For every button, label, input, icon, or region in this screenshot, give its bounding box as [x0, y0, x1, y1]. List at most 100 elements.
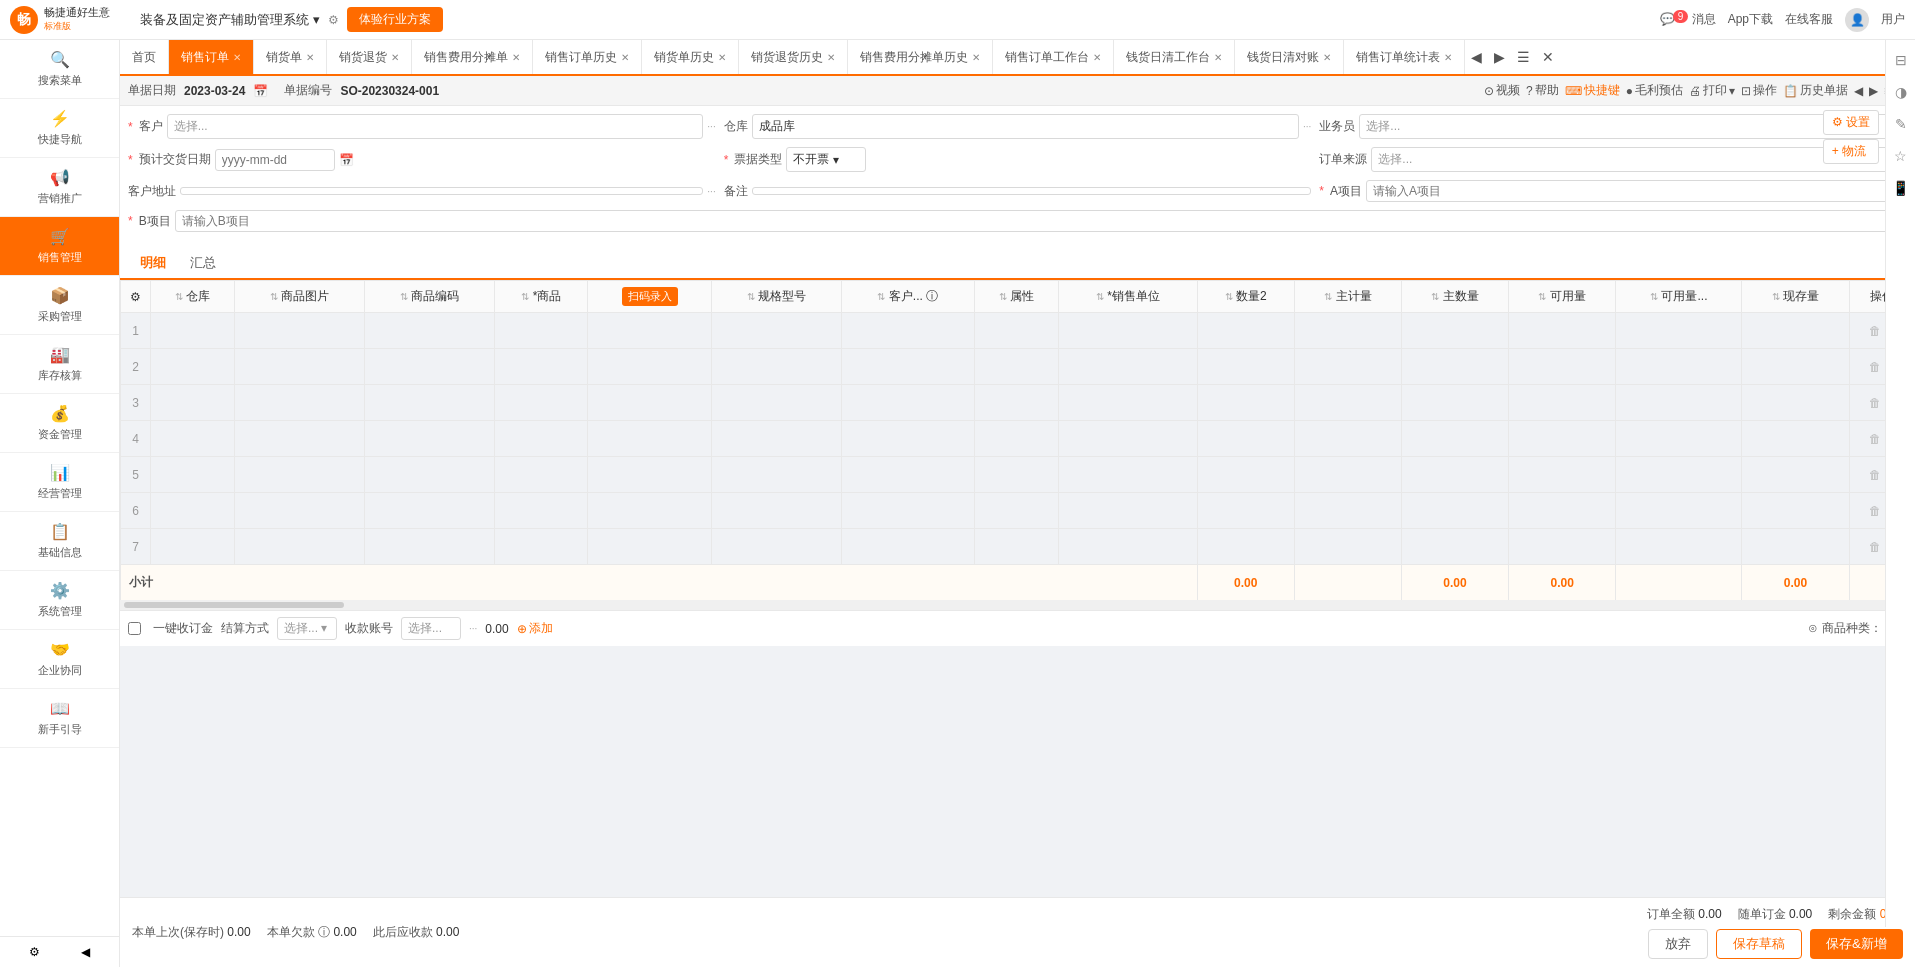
customer-more-icon[interactable]: ··· [707, 121, 715, 132]
tab-close-sales-history-icon[interactable]: ✕ [621, 52, 629, 63]
row-7-available[interactable] [1509, 529, 1616, 565]
warehouse-input[interactable]: 成品库 [752, 114, 1299, 139]
receipt-account-select[interactable]: 选择... [401, 617, 461, 640]
row-3-customer-code[interactable] [842, 385, 975, 421]
calendar2-icon[interactable]: 📅 [339, 153, 354, 167]
customer-input[interactable]: 选择... [167, 114, 704, 139]
row-7-available2[interactable] [1616, 529, 1742, 565]
tab-fee-history[interactable]: 销售费用分摊单历史 ✕ [848, 40, 993, 75]
receipt-more-icon[interactable]: ··· [469, 623, 477, 634]
app-download-btn[interactable]: App下载 [1728, 11, 1773, 28]
user-label[interactable]: 用户 [1881, 11, 1905, 28]
logistics-float-btn[interactable]: + 物流 [1823, 139, 1879, 164]
row-7-customer-code[interactable] [842, 529, 975, 565]
row-1-code[interactable] [365, 313, 495, 349]
row-6-code[interactable] [365, 493, 495, 529]
row-5-unit[interactable] [1058, 457, 1197, 493]
row-4-available2[interactable] [1616, 421, 1742, 457]
row-5-main-unit[interactable] [1294, 457, 1401, 493]
row-4-image[interactable] [235, 421, 365, 457]
tab-account-check[interactable]: 钱货日清对账 ✕ [1235, 40, 1344, 75]
row-6-attr[interactable] [974, 493, 1058, 529]
remark-input[interactable] [752, 187, 1312, 195]
tab-home[interactable]: 首页 [120, 40, 169, 75]
row-2-image[interactable] [235, 349, 365, 385]
gear-icon[interactable]: ⚙ [328, 13, 339, 27]
user-avatar[interactable]: 👤 [1845, 8, 1869, 32]
row-7-goods[interactable] [495, 529, 588, 565]
row-4-unit[interactable] [1058, 421, 1197, 457]
row-2-customer-code[interactable] [842, 349, 975, 385]
row-7-main-qty[interactable] [1401, 529, 1508, 565]
row-3-unit[interactable] [1058, 385, 1197, 421]
save-new-button[interactable]: 保存&新增 [1810, 929, 1903, 959]
tab-close-all-btn[interactable]: ✕ [1536, 49, 1560, 65]
row-6-image[interactable] [235, 493, 365, 529]
invoice-type-select[interactable]: 不开票 ▾ [786, 147, 866, 172]
project-a-input[interactable] [1366, 180, 1907, 202]
tab-sales-history[interactable]: 销售订单历史 ✕ [533, 40, 642, 75]
add-btn[interactable]: ⊕ 添加 [517, 620, 553, 637]
chevron-down-icon[interactable]: ▾ [313, 12, 320, 27]
sidebar-settings-icon[interactable]: ⚙ [29, 945, 40, 959]
sidebar-item-marketing[interactable]: 📢 营销推广 [0, 158, 119, 217]
nav-next-icon[interactable]: ▶ [1869, 84, 1878, 98]
row-3-available2[interactable] [1616, 385, 1742, 421]
help-btn[interactable]: ? 帮助 [1526, 82, 1559, 99]
row-7-unit[interactable] [1058, 529, 1197, 565]
row-1-spec[interactable] [712, 313, 842, 349]
settings-float-btn[interactable]: ⚙ 设置 [1823, 110, 1879, 135]
print-btn[interactable]: 🖨 打印 ▾ [1689, 82, 1735, 99]
row-1-delete-icon[interactable]: 🗑 [1869, 324, 1881, 338]
row-6-stock[interactable] [1742, 493, 1849, 529]
row-5-attr[interactable] [974, 457, 1058, 493]
tab-sales-return[interactable]: 销货退货 ✕ [327, 40, 412, 75]
row-3-code[interactable] [365, 385, 495, 421]
scan-input-btn[interactable]: 扫码录入 [622, 287, 678, 306]
discard-button[interactable]: 放弃 [1648, 929, 1708, 959]
row-3-stock[interactable] [1742, 385, 1849, 421]
row-5-customer-code[interactable] [842, 457, 975, 493]
row-1-qty2[interactable] [1197, 313, 1294, 349]
th-gear[interactable]: ⚙ [121, 281, 151, 313]
row-2-unit[interactable] [1058, 349, 1197, 385]
sidebar-item-operations[interactable]: 📊 经营管理 [0, 453, 119, 512]
row-2-available[interactable] [1509, 349, 1616, 385]
tab-sales-invoice[interactable]: 销货单 ✕ [254, 40, 327, 75]
sidebar-item-guide[interactable]: 📖 新手引导 [0, 689, 119, 748]
row-7-spec[interactable] [712, 529, 842, 565]
right-panel-icon-4[interactable]: ☆ [1889, 144, 1913, 168]
row-6-customer-code[interactable] [842, 493, 975, 529]
row-4-main-unit[interactable] [1294, 421, 1401, 457]
calendar-icon[interactable]: 📅 [253, 84, 268, 98]
sidebar-item-inventory[interactable]: 🏭 库存核算 [0, 335, 119, 394]
tab-close-sales-invoice-icon[interactable]: ✕ [306, 52, 314, 63]
tab-close-daily-clear-icon[interactable]: ✕ [1214, 52, 1222, 63]
row-1-available2[interactable] [1616, 313, 1742, 349]
row-7-stock[interactable] [1742, 529, 1849, 565]
delivery-date-input[interactable] [215, 149, 335, 171]
row-6-warehouse[interactable] [151, 493, 235, 529]
row-1-available[interactable] [1509, 313, 1616, 349]
message-icon[interactable]: 💬 9 消息 [1660, 11, 1715, 28]
warehouse-more-icon[interactable]: ··· [1303, 121, 1311, 132]
row-4-attr[interactable] [974, 421, 1058, 457]
row-3-goods[interactable] [495, 385, 588, 421]
view-btn[interactable]: ⊙ 视频 [1484, 82, 1520, 99]
row-4-goods[interactable] [495, 421, 588, 457]
tab-prev-btn[interactable]: ◀ [1465, 49, 1488, 65]
sidebar-item-sales[interactable]: 🛒 销售管理 [0, 217, 119, 276]
row-3-main-unit[interactable] [1294, 385, 1401, 421]
row-4-warehouse[interactable] [151, 421, 235, 457]
row-1-main-unit[interactable] [1294, 313, 1401, 349]
order-source-input[interactable]: 选择... [1371, 147, 1897, 172]
row-2-attr[interactable] [974, 349, 1058, 385]
right-panel-icon-2[interactable]: ◑ [1889, 80, 1913, 104]
tab-close-account-check-icon[interactable]: ✕ [1323, 52, 1331, 63]
row-1-image[interactable] [235, 313, 365, 349]
tab-sales-order[interactable]: 销售订单 ✕ [169, 40, 254, 75]
tab-statistics[interactable]: 销售订单统计表 ✕ [1344, 40, 1465, 75]
nav-prev-icon[interactable]: ◀ [1854, 84, 1863, 98]
row-1-attr[interactable] [974, 313, 1058, 349]
row-7-warehouse[interactable] [151, 529, 235, 565]
